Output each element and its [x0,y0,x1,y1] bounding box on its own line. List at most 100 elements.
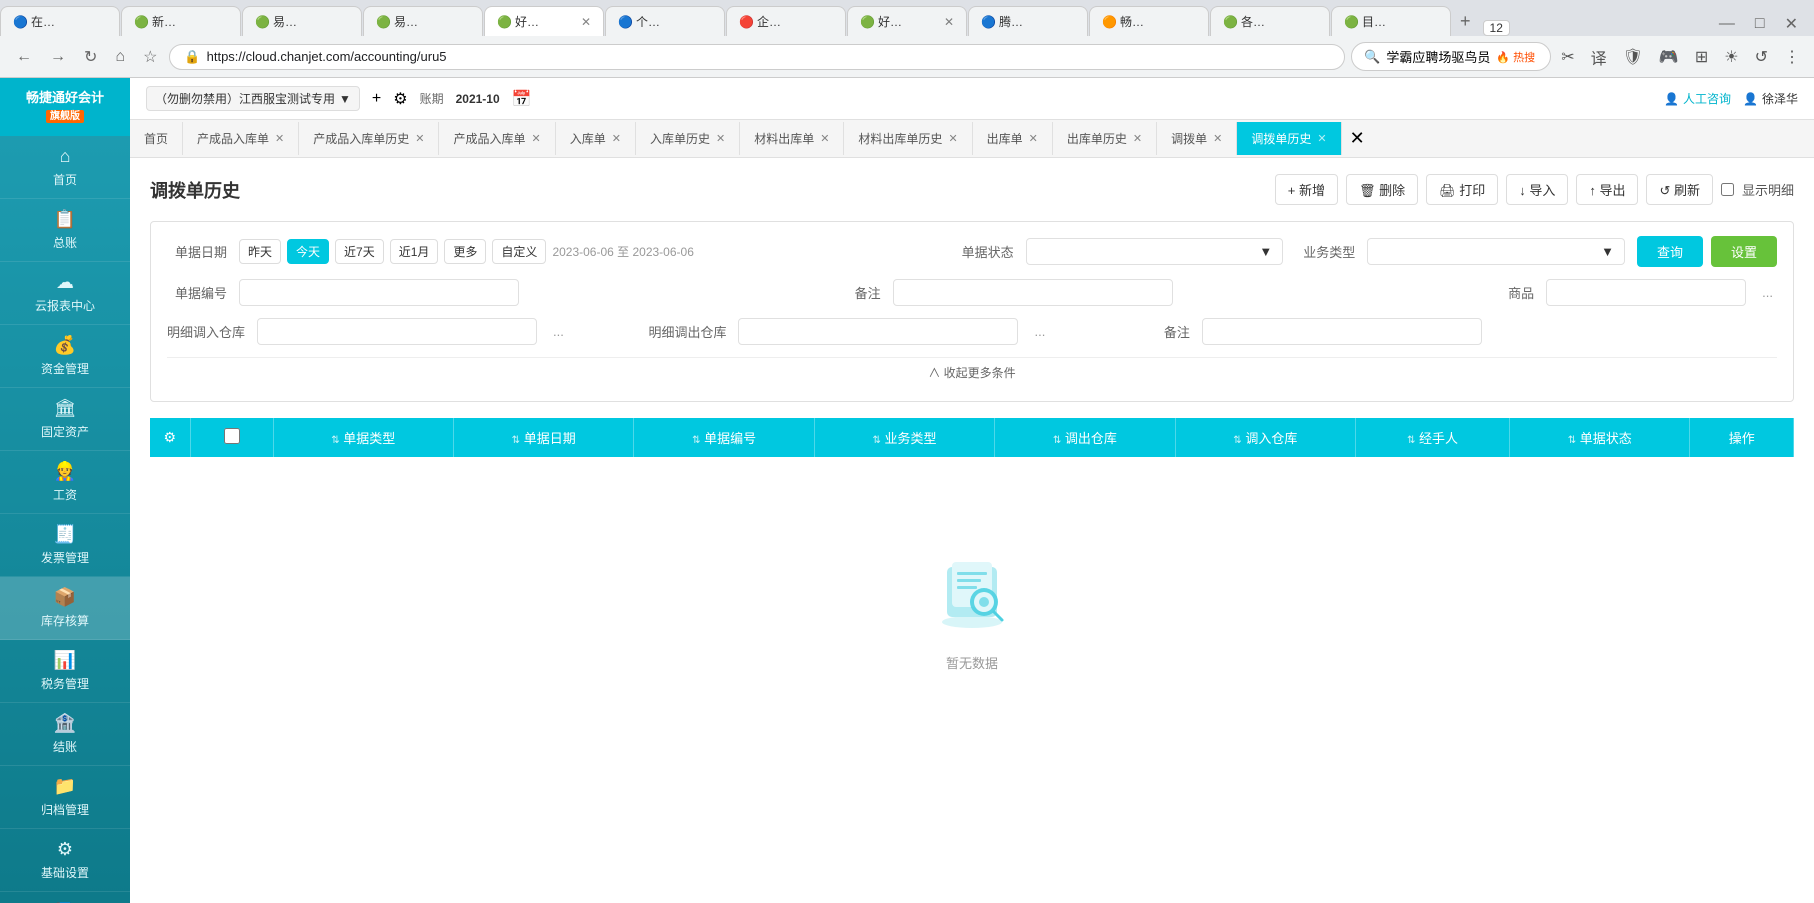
page-tab-4[interactable]: 入库单 ✕ [556,122,636,155]
tab-3-close[interactable]: ✕ [532,132,541,145]
tab-close-active[interactable]: ✕ [581,15,591,29]
home-btn[interactable]: ⌂ [109,46,131,68]
browser-tab-8[interactable]: 🔵 腾… [968,6,1088,36]
biz-type-filter-select[interactable]: ▼ [1367,238,1625,265]
tab-5-close[interactable]: ✕ [716,132,725,145]
calendar-icon[interactable]: 📅 [512,89,532,109]
maximize-btn[interactable]: □ [1749,13,1771,35]
company-selector[interactable]: （勿删勿禁用）江西服宝测试专用 ▼ [146,86,360,111]
grid-btn[interactable]: ⊞ [1691,45,1712,69]
import-btn[interactable]: ↓ 导入 [1506,174,1568,205]
print-btn[interactable]: 🖨 打印 [1426,174,1498,205]
page-tab-9[interactable]: 出库单历史 ✕ [1053,122,1157,155]
detail-in-input[interactable] [257,318,537,345]
tab-7-close[interactable]: ✕ [948,132,957,145]
service-link[interactable]: 👤 人工咨询 [1664,90,1731,107]
detail-out-input[interactable] [738,318,1018,345]
page-tab-7[interactable]: 材料出库单历史 ✕ [844,122,972,155]
sidebar-item-settle[interactable]: 🏦 结账 [0,703,130,766]
address-bar[interactable]: 🔒 https://cloud.chanjet.com/accounting/u… [169,44,1345,70]
date-btn-yesterday[interactable]: 昨天 [239,239,281,264]
display-toggle[interactable]: 显示明细 [1721,180,1794,199]
tab-1-close[interactable]: ✕ [275,132,284,145]
user-menu[interactable]: 👤 徐泽华 [1743,90,1798,107]
table-col-date[interactable]: ⇅ 单据日期 [453,418,633,457]
sidebar-item-settings[interactable]: ⚙ 基础设置 [0,829,130,892]
tab-9-close[interactable]: ✕ [1133,132,1142,145]
page-tab-5[interactable]: 入库单历史 ✕ [636,122,740,155]
sidebar-item-tax[interactable]: 📊 税务管理 [0,640,130,703]
collapse-bar[interactable]: ∧ 收起更多条件 [167,357,1777,387]
brightness-btn[interactable]: ☀ [1720,45,1742,69]
page-tab-6[interactable]: 材料出库单 ✕ [740,122,844,155]
browser-tab-10[interactable]: 🟢 各… [1210,6,1330,36]
sidebar-item-invoice[interactable]: 🧾 发票管理 [0,514,130,577]
browser-tab-5[interactable]: 🔵 个… [605,6,725,36]
page-tab-2[interactable]: 产成品入库单历史 ✕ [299,122,439,155]
browser-search-box[interactable]: 🔍 学霸应聘场驱鸟员 🔥 热搜 [1351,42,1551,71]
browser-tab-1[interactable]: 🔵 在… [0,6,120,36]
page-tab-3[interactable]: 产成品入库单 ✕ [439,122,555,155]
select-all-checkbox[interactable] [224,428,240,444]
back-btn[interactable]: ← [10,46,38,68]
date-btn-more[interactable]: 更多 [444,239,486,264]
detail-remark-input[interactable] [1202,318,1482,345]
browser-tab-7[interactable]: 🟢 好… ✕ [847,6,967,36]
table-col-status[interactable]: ⇅ 单据状态 [1510,418,1690,457]
product-dots-btn[interactable]: ... [1758,285,1777,300]
status-filter-select[interactable]: ▼ [1026,238,1284,265]
sidebar-item-home[interactable]: ⌂ 首页 [0,136,130,199]
page-tab-11[interactable]: 调拨单历史 ✕ [1237,122,1341,155]
sidebar-item-finance[interactable]: 💰 资金管理 [0,325,130,388]
sidebar-item-salary[interactable]: 👷 工资 [0,451,130,514]
company-settings-btn[interactable]: ⚙ [393,89,407,109]
game-btn[interactable]: 🎮 [1655,45,1683,69]
table-col-in-wh[interactable]: ⇅ 调入仓库 [1175,418,1355,457]
page-tab-8[interactable]: 出库单 ✕ [973,122,1053,155]
browser-tab-6[interactable]: 🔴 企… [726,6,846,36]
new-btn[interactable]: + 新增 [1275,174,1338,205]
sidebar-item-archive[interactable]: 📁 归档管理 [0,766,130,829]
browser-tab-9[interactable]: 🟠 畅… [1089,6,1209,36]
star-btn[interactable]: ☆ [137,45,163,69]
browser-tab-2[interactable]: 🟢 新… [121,6,241,36]
undo-btn[interactable]: ↺ [1751,45,1772,69]
display-checkbox[interactable] [1721,183,1734,196]
translate-btn[interactable]: 译 [1587,43,1611,71]
table-col-biz-type[interactable]: ⇅ 业务类型 [814,418,994,457]
sidebar-item-reports[interactable]: ☁ 云报表中心 [0,262,130,325]
menu-btn[interactable]: ⋮ [1780,45,1804,69]
product-input[interactable] [1546,279,1746,306]
page-tab-10[interactable]: 调拨单 ✕ [1157,122,1237,155]
remark-input[interactable] [893,279,1173,306]
tab-4-close[interactable]: ✕ [612,132,621,145]
date-btn-today[interactable]: 今天 [287,239,329,264]
table-col-handler[interactable]: ⇅ 经手人 [1356,418,1510,457]
query-btn[interactable]: 查询 [1637,236,1703,267]
settings-btn[interactable]: 设置 [1711,236,1777,267]
date-btn-7days[interactable]: 近7天 [335,239,384,264]
table-header-checkbox[interactable] [190,418,273,457]
detail-in-dots-btn[interactable]: ... [549,324,568,339]
tab-10-close[interactable]: ✕ [1213,132,1222,145]
refresh-btn[interactable]: ↺ 刷新 [1646,174,1713,205]
tab-8-close[interactable]: ✕ [1029,132,1038,145]
shield-btn[interactable]: 🛡 [1619,45,1647,69]
browser-tab-3[interactable]: 🟢 易… [242,6,362,36]
sidebar-item-inventory[interactable]: 📦 库存核算 [0,577,130,640]
date-btn-1month[interactable]: 近1月 [390,239,439,264]
minimize-btn[interactable]: — [1713,13,1741,35]
forward-btn[interactable]: → [44,46,72,68]
page-tab-1[interactable]: 产成品入库单 ✕ [183,122,299,155]
add-company-btn[interactable]: + [372,90,381,108]
delete-btn[interactable]: 🗑 删除 [1346,174,1418,205]
extension-btn[interactable]: ✂ [1557,45,1578,69]
collapse-tabs-btn[interactable]: ✕ [1342,128,1373,149]
sidebar-item-guide[interactable]: 📘 新手引导 [0,892,130,903]
gear-icon[interactable]: ⚙ [163,429,176,445]
browser-tab-4[interactable]: 🟢 易… [363,6,483,36]
sidebar-item-assets[interactable]: 🏛 固定资产 [0,388,130,451]
tab-6-close[interactable]: ✕ [820,132,829,145]
reload-btn[interactable]: ↻ [78,45,103,69]
export-btn[interactable]: ↑ 导出 [1576,174,1638,205]
